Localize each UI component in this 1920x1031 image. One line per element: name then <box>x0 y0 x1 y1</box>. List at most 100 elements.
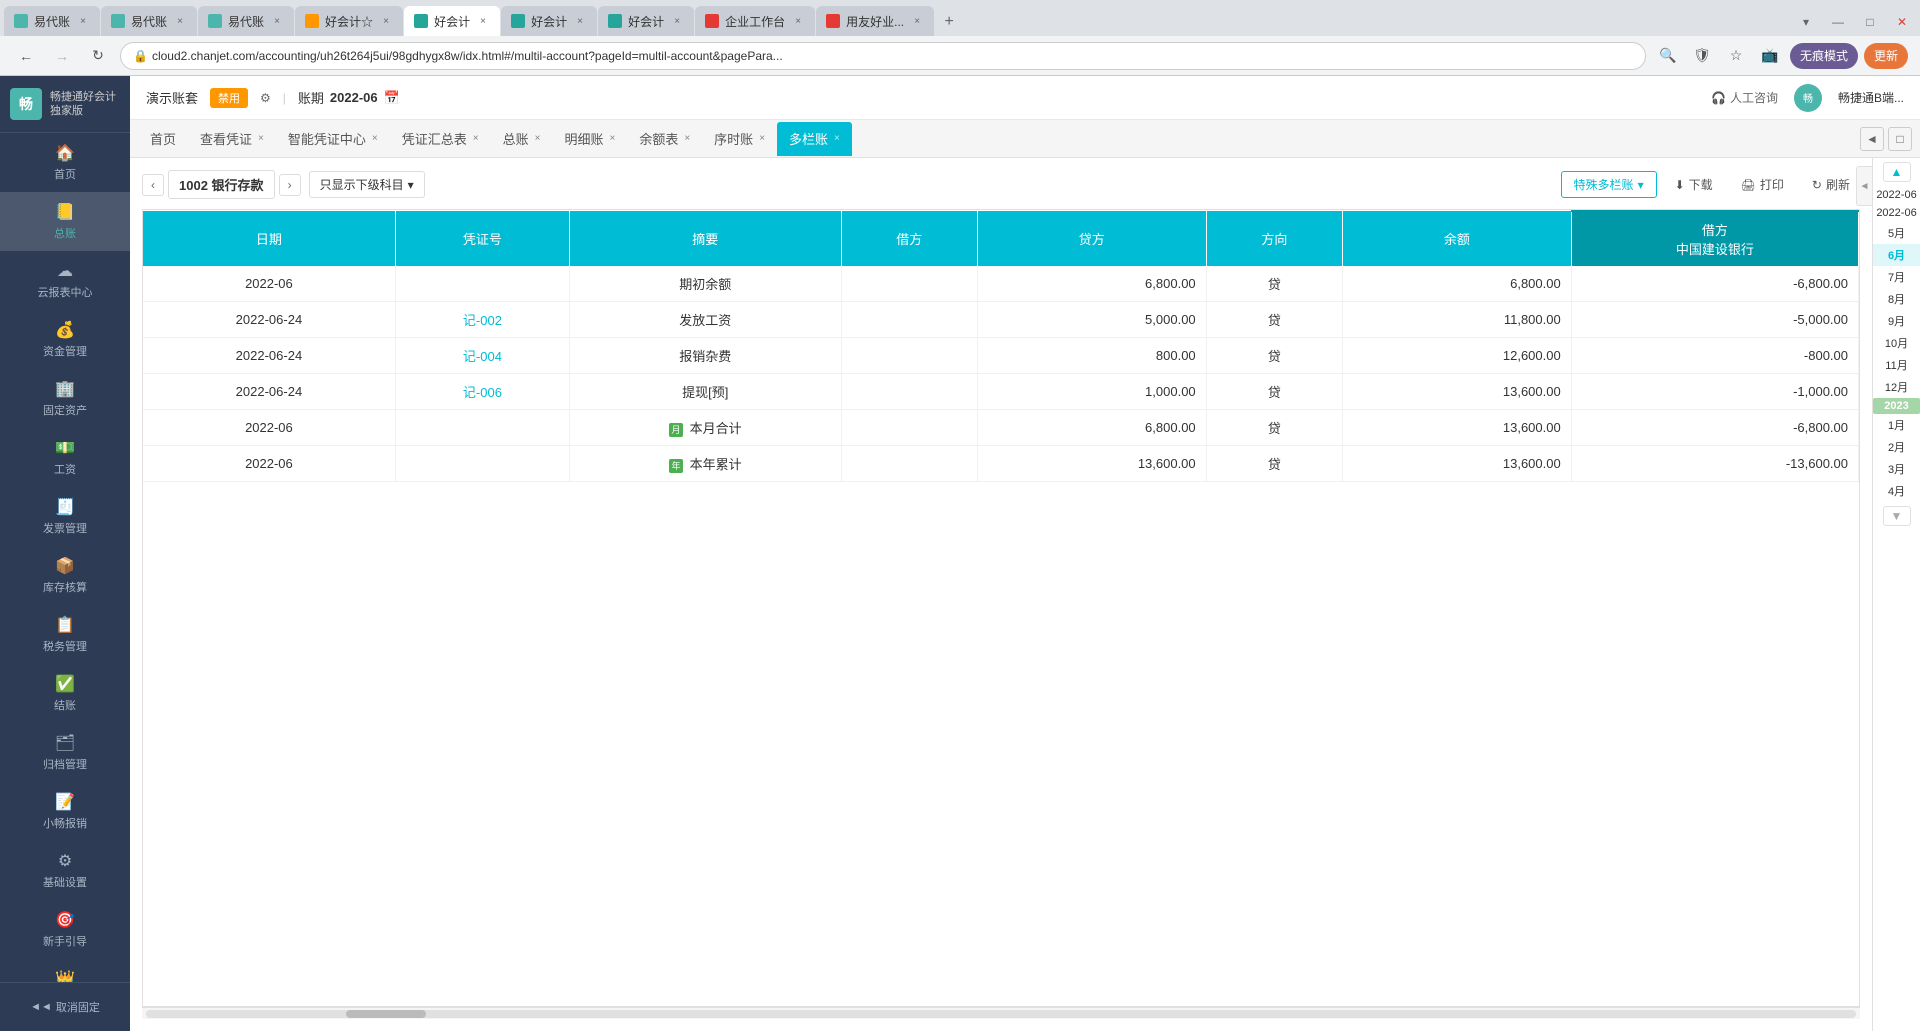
date-entry-oct[interactable]: 10月 <box>1873 332 1920 354</box>
tab-multi-column-close[interactable]: × <box>834 133 840 144</box>
tab-close-9[interactable]: × <box>910 14 924 28</box>
tab-close-3[interactable]: × <box>270 14 284 28</box>
cast-icon[interactable]: 📺 <box>1756 42 1784 70</box>
consult-button[interactable]: 🎧 人工咨询 <box>1711 89 1778 106</box>
unpin-button[interactable]: ◄◄ 取消固定 <box>0 993 130 1021</box>
cell-voucher-4[interactable]: 记-006 <box>395 374 569 410</box>
date-entry-sep[interactable]: 9月 <box>1873 310 1920 332</box>
browser-tab-2[interactable]: 易代账 × <box>101 6 197 36</box>
minimize-button[interactable]: — <box>1824 8 1852 36</box>
tab-close-6[interactable]: × <box>573 14 587 28</box>
download-button[interactable]: ⬇ 下载 <box>1665 172 1723 197</box>
maximize-button[interactable]: □ <box>1856 8 1884 36</box>
no-trace-button[interactable]: 无痕模式 <box>1790 43 1858 69</box>
tab-smart-voucher[interactable]: 智能凭证中心 × <box>276 122 390 156</box>
tab-collapse-left[interactable]: ◄ <box>1860 127 1884 151</box>
browser-tab-3[interactable]: 易代账 × <box>198 6 294 36</box>
sidebar-item-cloud-report[interactable]: ☁ 云报表中心 <box>0 251 130 310</box>
sidebar-item-archive[interactable]: 🗂 归档管理 <box>0 723 130 782</box>
browser-tab-5[interactable]: 好会计 × <box>404 6 500 36</box>
new-tab-button[interactable]: + <box>935 8 963 36</box>
tab-balance-close[interactable]: × <box>684 133 690 144</box>
shield-icon[interactable]: 🛡 <box>1688 42 1716 70</box>
tab-voucher-summary[interactable]: 凭证汇总表 × <box>390 122 491 156</box>
tab-general-ledger[interactable]: 总账 × <box>491 122 553 156</box>
tab-close-7[interactable]: × <box>670 14 684 28</box>
browser-tab-9[interactable]: 用友好业... × <box>816 6 934 36</box>
date-scroll-up[interactable]: ▲ <box>1883 162 1911 182</box>
sidebar-item-settings[interactable]: ⚙ 基础设置 <box>0 841 130 900</box>
tab-close-2[interactable]: × <box>173 14 187 28</box>
sidebar-item-fixed-assets[interactable]: 🏢 固定资产 <box>0 369 130 428</box>
date-entry-dec[interactable]: 12月 <box>1873 376 1920 398</box>
reload-button[interactable]: ↻ <box>84 42 112 70</box>
sidebar-item-salary[interactable]: 💵 工资 <box>0 428 130 487</box>
tab-close-4[interactable]: × <box>379 14 393 28</box>
refresh-button[interactable]: ↻ 刷新 <box>1802 172 1860 197</box>
sidebar-item-close-account[interactable]: ✅ 结账 <box>0 664 130 723</box>
tab-detailed-ledger-close[interactable]: × <box>609 133 615 144</box>
tab-view-voucher-close[interactable]: × <box>258 133 264 144</box>
tab-home[interactable]: 首页 <box>138 122 188 156</box>
date-entry-2022-06-top1[interactable]: 2022-06 <box>1873 186 1920 204</box>
scroll-thumb[interactable] <box>346 1010 426 1018</box>
browser-tab-8[interactable]: 企业工作台 × <box>695 6 815 36</box>
sidebar-item-expense[interactable]: 📝 小畅报销 <box>0 782 130 841</box>
sidebar-item-fund[interactable]: 💰 资金管理 <box>0 310 130 369</box>
sidebar-item-vip[interactable]: 👑 畅会员 <box>0 959 130 982</box>
tab-multi-column[interactable]: 多栏账 × <box>777 122 852 156</box>
star-icon[interactable]: ☆ <box>1722 42 1750 70</box>
search-icon[interactable]: 🔍 <box>1654 42 1682 70</box>
date-entry-2022-06-top2[interactable]: 2022-06 <box>1873 204 1920 222</box>
tab-sequential-close[interactable]: × <box>759 133 765 144</box>
sidebar-item-ledger[interactable]: 📒 总账 <box>0 192 130 251</box>
horizontal-scrollbar[interactable] <box>142 1007 1860 1019</box>
close-window-button[interactable]: ✕ <box>1888 8 1916 36</box>
tab-list-button[interactable]: ▾ <box>1792 8 1820 36</box>
tab-close-5[interactable]: × <box>476 14 490 28</box>
special-multi-button[interactable]: 特殊多栏账 ▾ <box>1561 171 1657 198</box>
date-entry-feb[interactable]: 2月 <box>1873 436 1920 458</box>
account-prev-button[interactable]: ‹ <box>142 174 164 196</box>
sidebar-item-guide[interactable]: 🎯 新手引导 <box>0 900 130 959</box>
cell-voucher-2[interactable]: 记-002 <box>395 302 569 338</box>
tab-voucher-summary-close[interactable]: × <box>473 133 479 144</box>
browser-tab-6[interactable]: 好会计 × <box>501 6 597 36</box>
tab-view-voucher[interactable]: 查看凭证 × <box>188 122 276 156</box>
date-scroll-down[interactable]: ▼ <box>1883 506 1911 526</box>
tab-detailed-ledger[interactable]: 明细账 × <box>552 122 627 156</box>
sidebar-item-inventory[interactable]: 📦 库存核算 <box>0 546 130 605</box>
browser-tab-7[interactable]: 好会计 × <box>598 6 694 36</box>
browser-tab-1[interactable]: 易代账 × <box>4 6 100 36</box>
date-entry-nov[interactable]: 11月 <box>1873 354 1920 376</box>
account-next-button[interactable]: › <box>279 174 301 196</box>
settings-gear-icon[interactable]: ⚙ <box>260 91 271 105</box>
date-entry-may[interactable]: 5月 <box>1873 222 1920 244</box>
filter-button[interactable]: 只显示下级科目 ▾ <box>309 171 425 198</box>
date-entry-july[interactable]: 7月 <box>1873 266 1920 288</box>
tab-close-8[interactable]: × <box>791 14 805 28</box>
forward-button[interactable]: → <box>48 42 76 70</box>
sidebar-item-home[interactable]: 🏠 首页 <box>0 133 130 192</box>
tab-close-1[interactable]: × <box>76 14 90 28</box>
print-button[interactable]: 🖨 打印 <box>1731 172 1794 197</box>
date-entry-june[interactable]: 6月 <box>1873 244 1920 266</box>
panel-collapse-button[interactable]: ◄ <box>1856 166 1872 206</box>
tab-expand-right[interactable]: □ <box>1888 127 1912 151</box>
date-entry-apr[interactable]: 4月 <box>1873 480 1920 502</box>
update-button[interactable]: 更新 <box>1864 43 1908 69</box>
date-entry-jan[interactable]: 1月 <box>1873 414 1920 436</box>
browser-tab-4[interactable]: 好会计☆ × <box>295 6 403 36</box>
cell-voucher-3[interactable]: 记-004 <box>395 338 569 374</box>
scroll-track[interactable] <box>146 1010 1856 1018</box>
tab-general-ledger-close[interactable]: × <box>535 133 541 144</box>
date-entry-year-2023[interactable]: 2023 <box>1873 398 1920 414</box>
date-entry-mar[interactable]: 3月 <box>1873 458 1920 480</box>
sidebar-item-tax[interactable]: 📋 税务管理 <box>0 605 130 664</box>
tab-smart-voucher-close[interactable]: × <box>372 133 378 144</box>
back-button[interactable]: ← <box>12 42 40 70</box>
url-bar[interactable]: 🔒 cloud2.chanjet.com/accounting/uh26t264… <box>120 42 1646 70</box>
tab-balance-sheet[interactable]: 余额表 × <box>627 122 702 156</box>
sidebar-item-invoice[interactable]: 🧾 发票管理 <box>0 487 130 546</box>
calendar-icon[interactable]: 📅 <box>384 90 400 106</box>
